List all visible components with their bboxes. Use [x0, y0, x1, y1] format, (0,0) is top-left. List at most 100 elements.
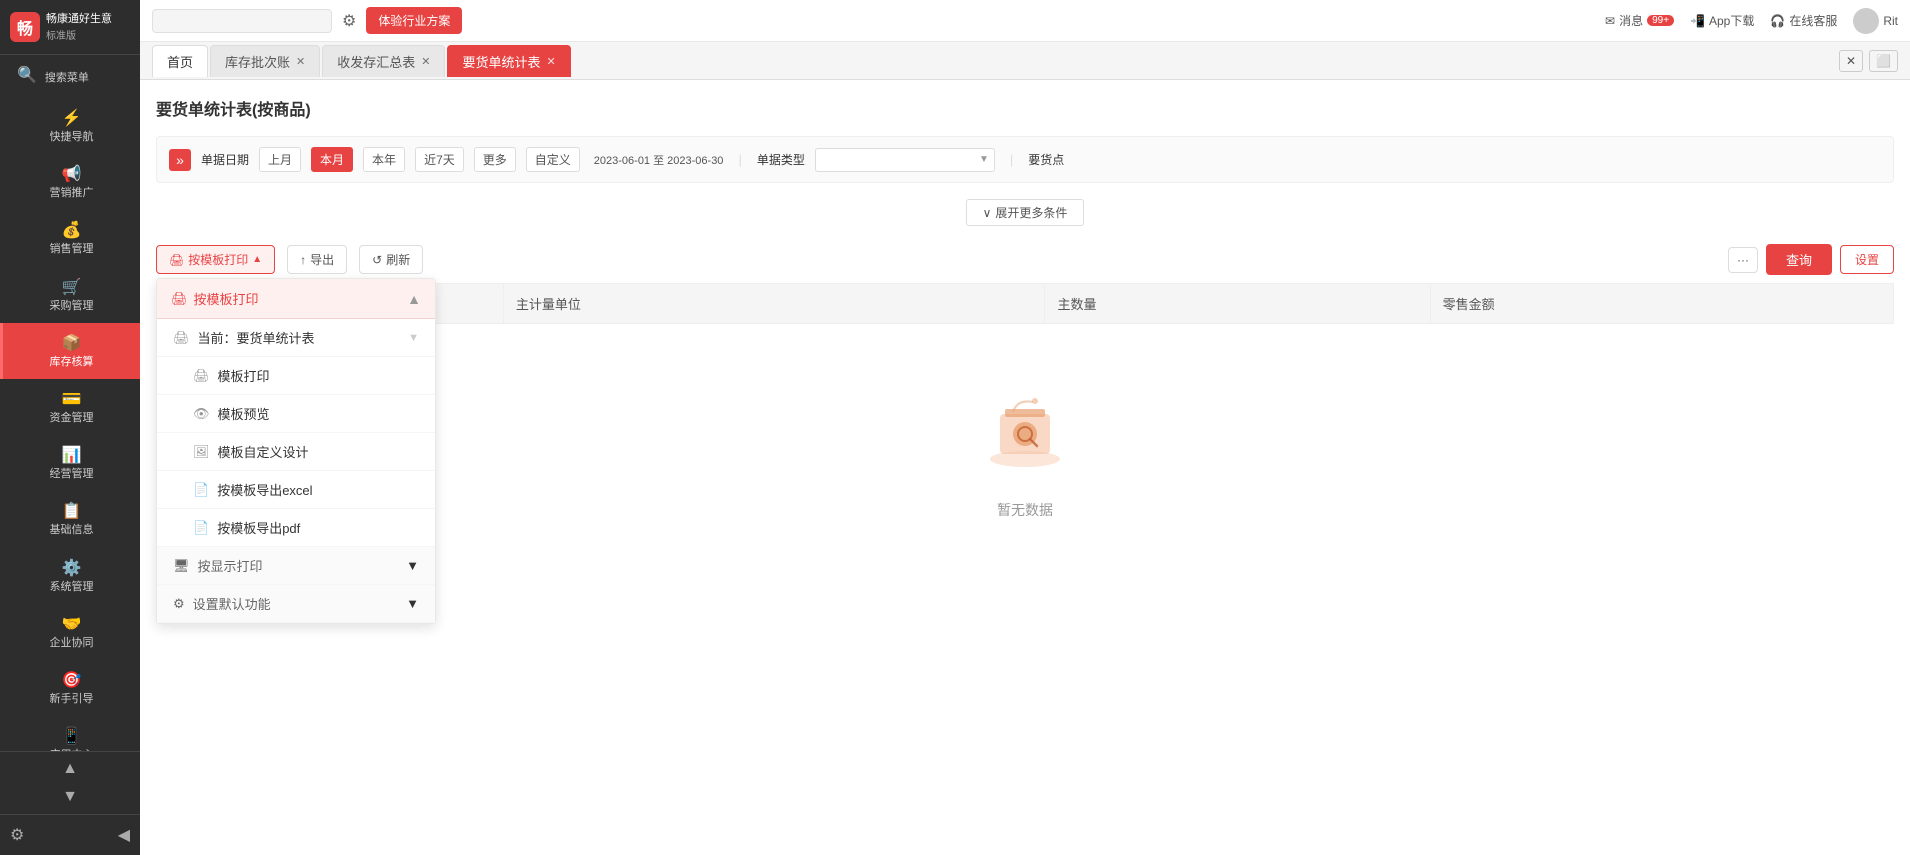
- th-unit: 主计量单位: [503, 284, 1045, 324]
- print-icon: 🖨: [169, 253, 184, 267]
- topbar-user[interactable]: Rit: [1853, 8, 1898, 34]
- sidebar-item-quick-nav[interactable]: ⚡ 快捷导航: [0, 98, 140, 154]
- dropdown-header: 🖨 按模板打印 ▲: [157, 279, 435, 319]
- dropdown-header-left: 🖨 按模板打印: [171, 289, 259, 308]
- page-content: 要货单统计表(按商品) » 单据日期 上月 本月 本年 近7天 更多 自定义 2…: [140, 80, 1910, 855]
- message-label: 消息: [1619, 12, 1643, 29]
- current-template-icon: 🖨: [173, 330, 190, 346]
- yaohuodian-label: 要货点: [1028, 151, 1064, 168]
- sidebar-item-finance[interactable]: 💳 资金管理: [0, 379, 140, 435]
- empty-state-icon: [975, 384, 1075, 484]
- more-options-button[interactable]: ···: [1728, 247, 1758, 273]
- dropdown-item-template-design[interactable]: 🖼 模板自定义设计: [157, 433, 435, 471]
- quick-nav-icon: ⚡: [62, 108, 82, 128]
- topbar-search-input[interactable]: [163, 14, 321, 28]
- finance-icon: 💳: [62, 389, 82, 409]
- guide-icon: 🎯: [62, 670, 82, 690]
- topbar-gear-icon[interactable]: ⚙: [342, 11, 356, 31]
- sidebar-item-label: 销售管理: [50, 243, 94, 256]
- sidebar-search-label: 搜索菜单: [45, 69, 89, 85]
- tab-close-batch[interactable]: ✕: [296, 55, 305, 68]
- tab-home[interactable]: 首页: [152, 45, 208, 77]
- dropdown-item-export-excel[interactable]: 📄 按模板导出excel: [157, 471, 435, 509]
- app-logo-icon: 畅: [10, 12, 40, 42]
- date-btn-7days[interactable]: 近7天: [415, 147, 464, 172]
- topbar-customer-service[interactable]: 🎧 在线客服: [1770, 12, 1837, 29]
- sidebar-item-basic[interactable]: 📋 基础信息: [0, 491, 140, 547]
- sidebar-logo: 畅 畅康通好生意 标准版: [0, 0, 140, 55]
- tab-maximize-button[interactable]: ⬜: [1869, 50, 1898, 72]
- export-pdf-label: 按模板导出pdf: [217, 518, 300, 537]
- sidebar-item-purchase[interactable]: 🛒 采购管理: [0, 267, 140, 323]
- topbar-app-download[interactable]: 📲 App下载: [1690, 12, 1754, 29]
- dropdown-item-export-pdf[interactable]: 📄 按模板导出pdf: [157, 509, 435, 547]
- date-btn-this-year[interactable]: 本年: [363, 147, 405, 172]
- dropdown-item-left: 📄 按模板导出excel: [193, 480, 313, 499]
- dropdown-current-label: 当前：要货单统计表: [198, 328, 315, 347]
- dropdown-current-left: 🖨 当前：要货单统计表: [173, 328, 315, 347]
- sidebar-collapse-icon[interactable]: ◀: [118, 825, 130, 845]
- date-btn-more[interactable]: 更多: [474, 147, 516, 172]
- print-label: 按模板打印: [188, 251, 248, 268]
- sidebar-item-operations[interactable]: 📊 经营管理: [0, 435, 140, 491]
- tab-close-requisition[interactable]: ✕: [547, 55, 556, 68]
- sidebar-item-guide[interactable]: 🎯 新手引导: [0, 660, 140, 716]
- sidebar-item-marketing[interactable]: 📢 营销推广: [0, 154, 140, 210]
- trial-industry-button[interactable]: 体验行业方案: [366, 7, 462, 34]
- dropdown-display-print[interactable]: 🖥 按显示打印 ▼: [157, 547, 435, 585]
- sidebar-item-collab[interactable]: 🤝 企业协同: [0, 604, 140, 660]
- dropdown-default-func[interactable]: ⚙ 设置默认功能 ▼: [157, 585, 435, 623]
- filter-toggle-button[interactable]: »: [169, 149, 191, 171]
- sidebar-item-label: 库存核算: [50, 356, 94, 369]
- dropdown-item-template-print[interactable]: 🖨 模板打印: [157, 357, 435, 395]
- sidebar-item-appstore[interactable]: 📱 应用中心: [0, 716, 140, 751]
- tab-close-all-button[interactable]: ✕: [1839, 50, 1863, 72]
- cashflow-tab-label: 收发存汇总表: [337, 52, 415, 71]
- sidebar-item-search[interactable]: 🔍 搜索菜单: [0, 55, 140, 98]
- dropdown-current-template[interactable]: 🖨 当前：要货单统计表 ▼: [157, 319, 435, 357]
- dropdown-item-template-preview[interactable]: 👁 模板预览: [157, 395, 435, 433]
- sidebar-item-system[interactable]: ⚙️ 系统管理: [0, 548, 140, 604]
- sidebar-item-label: 采购管理: [50, 300, 94, 313]
- chevron-up-icon: ▲: [252, 254, 262, 265]
- user-avatar: [1853, 8, 1879, 34]
- expand-icon: ∨: [983, 206, 992, 220]
- print-header-icon: 🖨: [171, 291, 188, 307]
- sidebar-scroll-up[interactable]: ▲: [58, 756, 82, 782]
- display-print-arrow: ▼: [406, 558, 419, 573]
- expand-more-button[interactable]: ∨ 展开更多条件: [966, 199, 1085, 226]
- tab-cashflow[interactable]: 收发存汇总表 ✕: [322, 45, 445, 77]
- date-btn-last-month[interactable]: 上月: [259, 147, 301, 172]
- sidebar-item-sales[interactable]: 💰 销售管理: [0, 210, 140, 266]
- dropdown-header-right: ▲: [407, 291, 421, 307]
- date-btn-this-month[interactable]: 本月: [311, 147, 353, 172]
- topbar-message[interactable]: ✉ 消息 99+: [1605, 12, 1674, 29]
- tabs-bar: 首页 库存批次账 ✕ 收发存汇总表 ✕ 要货单统计表 ✕ ✕ ⬜: [140, 42, 1910, 80]
- sidebar-scroll-down[interactable]: ▼: [58, 784, 82, 810]
- operations-icon: 📊: [62, 445, 82, 465]
- excel-icon: 📄: [193, 482, 209, 498]
- pdf-icon: 📄: [193, 520, 209, 536]
- tab-requisition[interactable]: 要货单统计表 ✕: [447, 45, 570, 77]
- refresh-button[interactable]: ↺ 刷新: [359, 245, 423, 274]
- tab-batch[interactable]: 库存批次账 ✕: [210, 45, 320, 77]
- tab-close-cashflow[interactable]: ✕: [421, 55, 430, 68]
- dropdown-close-button[interactable]: ▲: [407, 291, 421, 307]
- print-template-button[interactable]: 🖨 按模板打印 ▲: [156, 245, 275, 274]
- sidebar-item-inventory[interactable]: 📦 库存核算: [0, 323, 140, 379]
- export-button[interactable]: ↑ 导出: [287, 245, 347, 274]
- dropdown-sub-left: 🖥 按显示打印: [173, 556, 263, 575]
- sidebar-item-label: 基础信息: [50, 524, 94, 537]
- query-button[interactable]: 查询: [1766, 244, 1832, 275]
- dropdown-sub-left2: ⚙ 设置默认功能: [173, 594, 271, 613]
- expand-label: 展开更多条件: [995, 204, 1067, 221]
- marketing-icon: 📢: [62, 164, 82, 184]
- default-func-arrow: ▼: [406, 596, 419, 611]
- sales-icon: 💰: [62, 220, 82, 240]
- export-excel-label: 按模板导出excel: [217, 480, 312, 499]
- sidebar-settings-icon[interactable]: ⚙: [10, 825, 24, 845]
- date-btn-custom[interactable]: 自定义: [526, 147, 580, 172]
- app-subtitle: 标准版: [46, 27, 112, 42]
- type-select[interactable]: [815, 148, 995, 172]
- settings-button[interactable]: 设置: [1840, 245, 1894, 274]
